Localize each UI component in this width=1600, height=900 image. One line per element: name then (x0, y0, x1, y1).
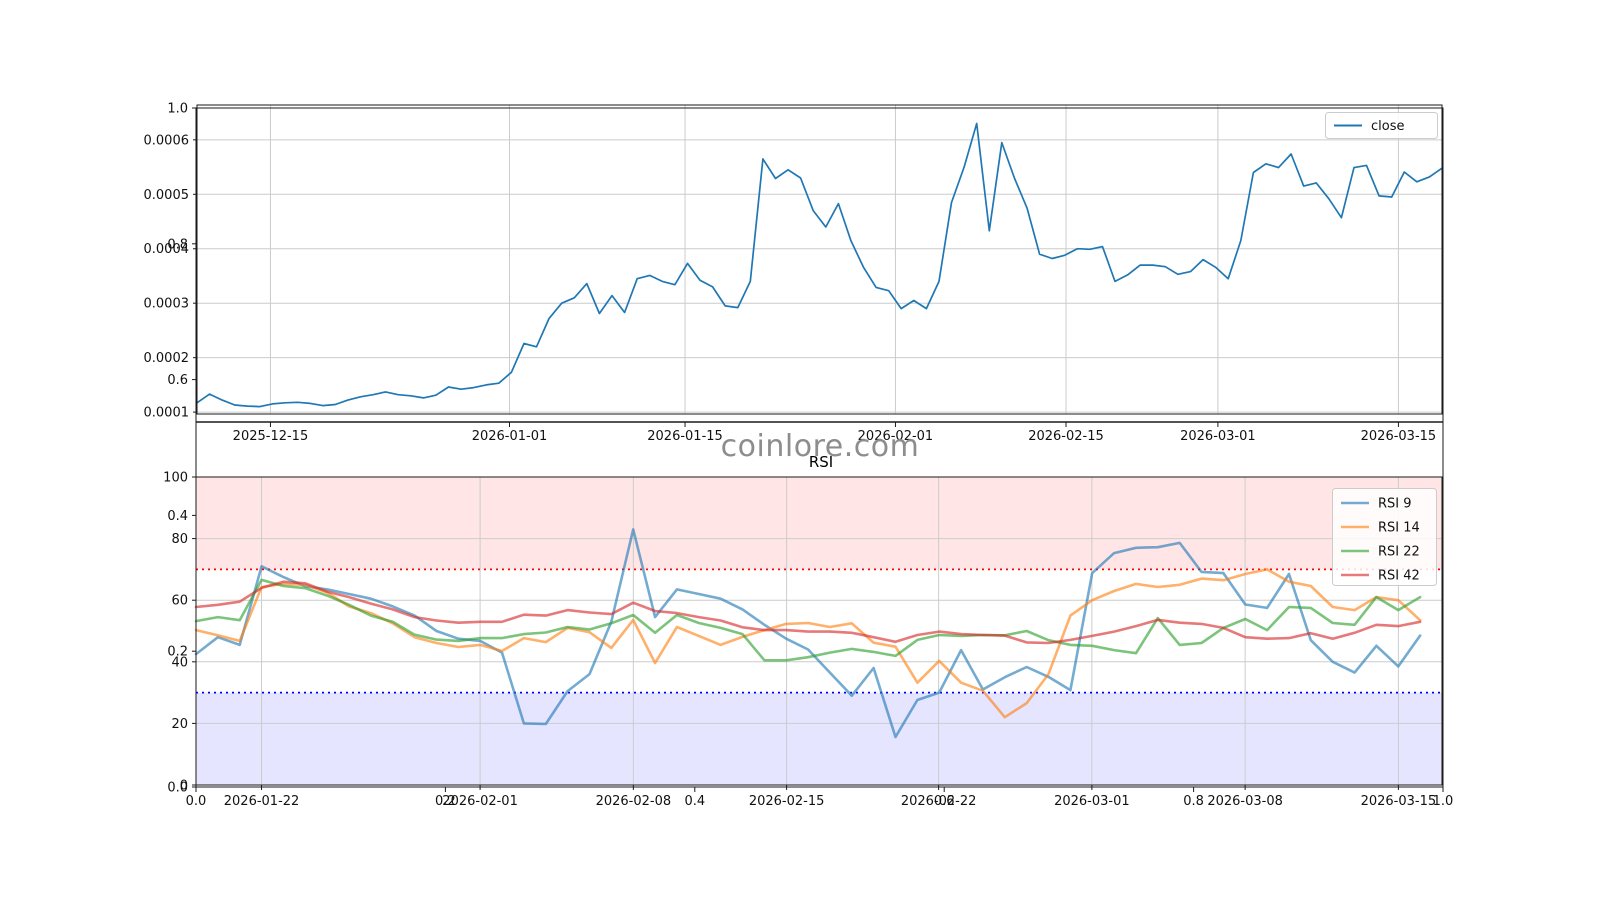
overlay-x-tick-label: 0.2 (435, 794, 456, 809)
y-tick-label: 0.0005 (144, 188, 190, 203)
overlay-y-tick-label: 1.0 (167, 102, 188, 117)
overlay-y-tick-label: 0.4 (167, 509, 188, 524)
y-tick-label: 0.0006 (144, 133, 190, 148)
legend-label: RSI 22 (1378, 545, 1420, 560)
x-tick-label: 2026-01-22 (224, 794, 300, 809)
overlay-x-tick-label: 1.0 (1433, 794, 1454, 809)
y-tick-label: 60 (171, 594, 188, 609)
x-tick-label: 2026-02-15 (1028, 429, 1104, 444)
y-tick-label: 20 (171, 717, 188, 732)
x-tick-label: 2026-01-15 (647, 429, 723, 444)
overbought-band (196, 477, 1442, 570)
x-tick-label: 2026-03-01 (1180, 429, 1256, 444)
legend-label: RSI 9 (1378, 497, 1412, 512)
x-tick-label: 2026-01-01 (472, 429, 548, 444)
y-tick-label: 0.0003 (144, 297, 190, 312)
overlay-y-tick-label: 0.2 (167, 645, 188, 660)
x-tick-label: 2026-03-01 (1054, 794, 1130, 809)
rsi-chart-title: RSI (808, 453, 834, 471)
price-chart: 0.00010.00020.00030.00040.00050.00062025… (144, 104, 1443, 444)
x-tick-label: 2026-03-15 (1361, 429, 1437, 444)
overlay-y-tick-label: 0.6 (167, 373, 188, 388)
y-tick-label: 80 (171, 532, 188, 547)
y-tick-label: 0.0001 (144, 406, 190, 421)
legend-label: close (1371, 119, 1404, 134)
oversold-band (196, 692, 1442, 785)
rsi-legend: RSI 9 RSI 14 RSI 22 RSI 42 (1332, 488, 1437, 586)
y-tick-label: 0.0002 (144, 351, 190, 366)
legend-label: RSI 42 (1378, 569, 1420, 584)
close-line (196, 122, 1443, 408)
legend-label: RSI 14 (1378, 521, 1420, 536)
overlay-x-tick-label: 0.0 (186, 794, 207, 809)
x-tick-label: 2026-03-08 (1207, 794, 1283, 809)
overlay-x-tick-label: 0.6 (934, 794, 955, 809)
x-tick-label: 2026-02-15 (749, 794, 825, 809)
overlay-x-tick-label: 0.8 (1183, 794, 1204, 809)
x-tick-label: 2025-12-15 (233, 429, 309, 444)
x-tick-label: 2026-03-15 (1361, 794, 1437, 809)
rsi-chart: 0204060801002026-01-22 2026-02-01 2026-02-… (163, 471, 1443, 809)
plot-border (196, 104, 1443, 415)
y-tick-label: 100 (163, 471, 188, 486)
figure-canvas: 0.0001 0.0002 0.0003 0.0004 0.0005 0.0006 2025… (0, 0, 1600, 900)
x-tick-label: 2026-02-08 (596, 794, 672, 809)
overlay-x-tick-label: 0.4 (684, 794, 705, 809)
overlay-y-tick-label: 0.8 (167, 237, 188, 252)
price-legend: close (1325, 112, 1438, 139)
